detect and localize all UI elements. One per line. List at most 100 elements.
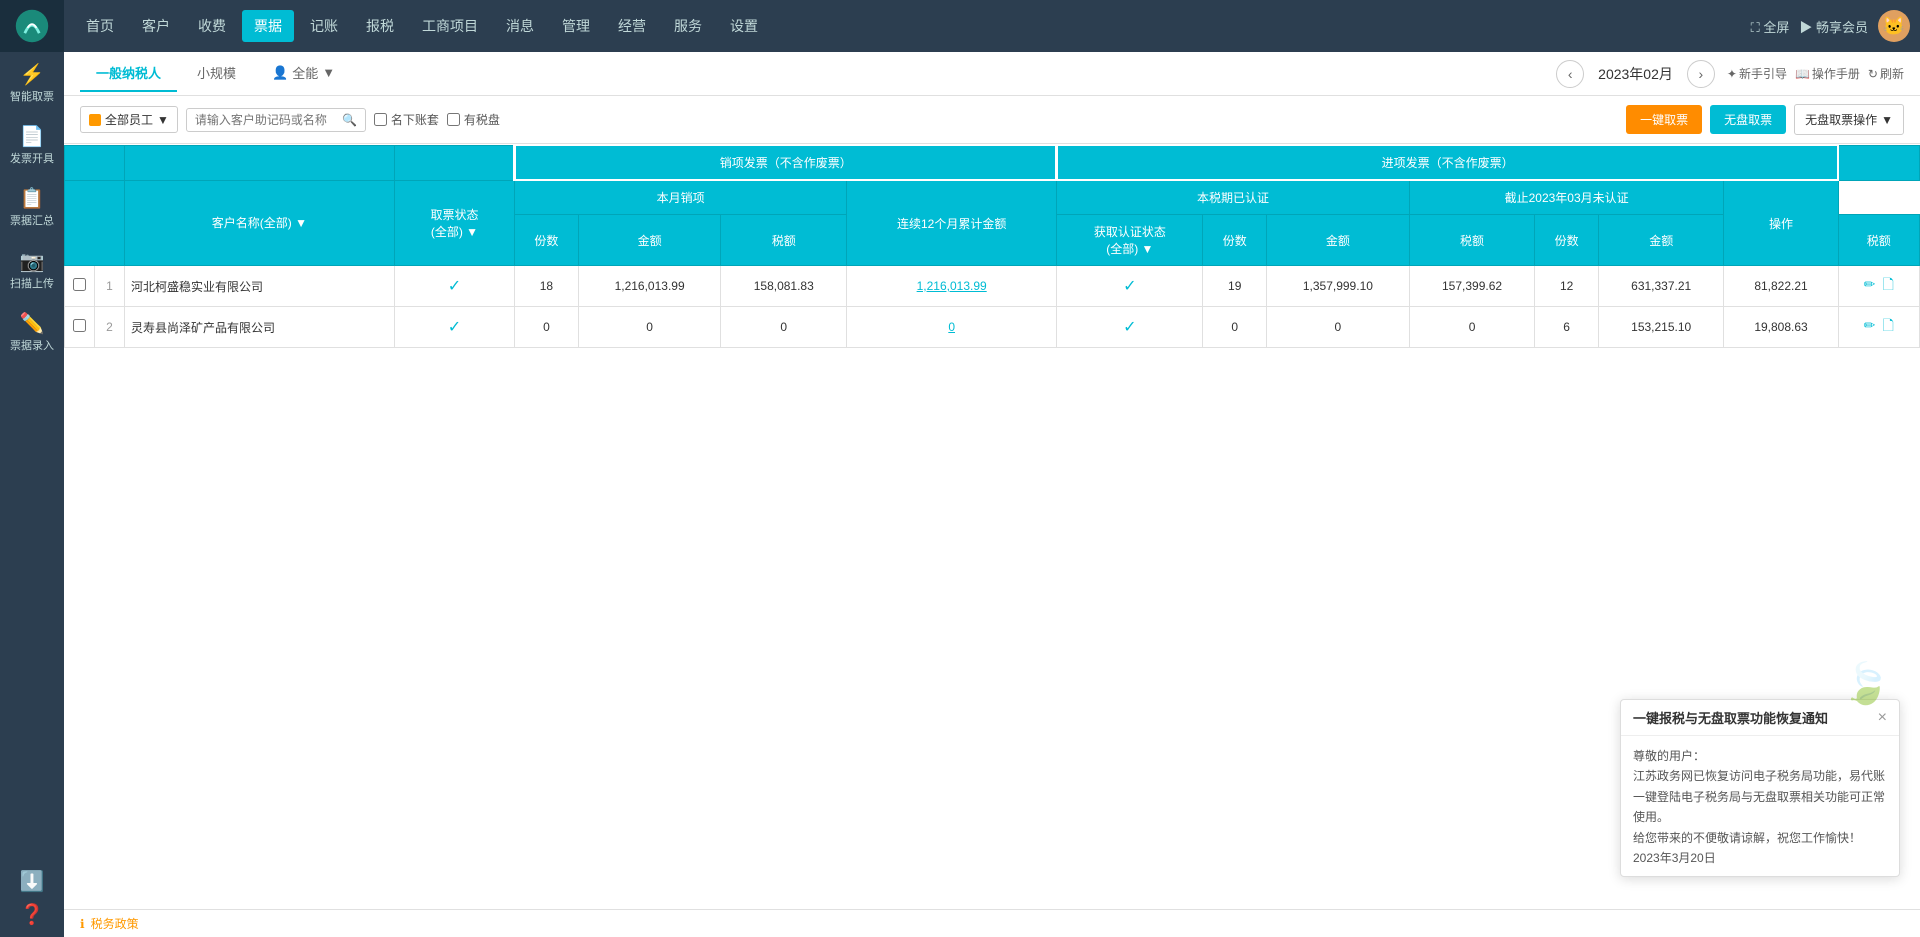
refresh-link[interactable]: ↻ 刷新 [1868, 65, 1904, 82]
nav-management[interactable]: 管理 [550, 10, 602, 42]
row2-edit-icon[interactable]: ✏ [1864, 317, 1876, 333]
row1-purchase-qty: 19 [1203, 266, 1267, 307]
th-cert-status: 获取认证状态(全部) ▼ [1057, 215, 1203, 266]
no-disk-ops-btn[interactable]: 无盘取票操作 ▼ [1794, 104, 1904, 135]
nav-operations[interactable]: 经营 [606, 10, 658, 42]
employee-indicator [89, 114, 101, 126]
nav-messages[interactable]: 消息 [494, 10, 546, 42]
lightning-icon: ⚡ [20, 62, 45, 87]
row1-cert-status-icon: ✓ [1123, 278, 1136, 295]
th-uncert-tax: 税额 [1838, 215, 1919, 266]
download-icon[interactable]: ⬇️ [20, 869, 45, 894]
nav-home[interactable]: 首页 [74, 10, 126, 42]
row2-fetch-status-cell: ✓ [394, 307, 514, 348]
row1-detail-icon[interactable]: 🗋 [1883, 276, 1894, 292]
row2-cumulative: 0 [847, 307, 1057, 348]
subscribe-checkbox[interactable] [374, 113, 387, 126]
row1-cumulative-link[interactable]: 1,216,013.99 [917, 279, 987, 293]
th-until-march: 截止2023年03月未认证 [1409, 180, 1724, 215]
row2-sales-tax: 0 [721, 307, 847, 348]
notification-close-btn[interactable]: × [1878, 709, 1887, 727]
row1-fetch-status-icon: ✓ [448, 278, 461, 295]
th-actions-head: 操作 [1724, 180, 1838, 266]
member-btn[interactable]: ▶ 畅享会员 [1799, 17, 1868, 36]
row1-checkbox-cell [65, 266, 95, 307]
th-uncert-qty: 份数 [1535, 215, 1599, 266]
notification-line-2: 给您带来的不便敬请谅解，祝您工作愉快！ [1633, 828, 1887, 848]
row1-checkbox[interactable] [73, 278, 86, 291]
logo[interactable] [0, 0, 64, 52]
sidebar-item-invoice-open-label: 发票开具 [10, 153, 54, 166]
row1-cumulative: 1,216,013.99 [847, 266, 1057, 307]
row1-sales-tax: 158,081.83 [721, 266, 847, 307]
no-disk-fetch-btn[interactable]: 无盘取票 [1710, 105, 1786, 134]
notification-popup: 🍃 一键报税与无盘取票功能恢复通知 × 尊敬的用户： 江苏政务网已恢复访问电子税… [1620, 699, 1900, 877]
th-uncert-amount: 金额 [1598, 215, 1724, 266]
th-sales-group: 销项发票（不含作废票） [515, 145, 1057, 180]
prev-period-btn[interactable]: ‹ [1556, 60, 1584, 88]
th-status-group [394, 145, 514, 180]
search-icon[interactable]: 🔍 [342, 113, 357, 127]
row1-customer: 河北柯盛稳实业有限公司 [131, 280, 263, 294]
row2-cert-status-cell: ✓ [1057, 307, 1203, 348]
row2-sales-qty: 0 [515, 307, 579, 348]
manual-link[interactable]: 📖 操作手册 [1795, 65, 1860, 82]
employee-select[interactable]: 全部员工 ▼ [80, 106, 178, 133]
sidebar-item-invoice-summary[interactable]: 📋 票据汇总 [0, 176, 64, 238]
avatar[interactable]: 🐱 [1878, 10, 1910, 42]
nav-settings[interactable]: 设置 [718, 10, 770, 42]
chevron-down-icon: ▼ [322, 65, 335, 80]
th-sales-amount: 金额 [578, 215, 721, 266]
notification-line-1: 江苏政务网已恢复访问电子税务局功能，易代账一键登陆电子税务局与无盘取票相关功能可… [1633, 766, 1887, 827]
nav-accounting[interactable]: 记账 [298, 10, 350, 42]
row2-num: 2 [106, 320, 113, 334]
row2-purchase-qty: 0 [1203, 307, 1267, 348]
invoice-table: 销项发票（不含作废票） 进项发票（不含作废票） 客户名称(全部) ▼ 取票状态(… [64, 144, 1920, 348]
tab-small[interactable]: 小规模 [181, 55, 252, 92]
sidebar-item-invoice-open[interactable]: 📄 发票开具 [0, 114, 64, 176]
fullscreen-btn[interactable]: ⛶ 全屏 [1751, 17, 1790, 36]
select-arrow-icon: ▼ [157, 113, 169, 127]
nav-customers[interactable]: 客户 [130, 10, 182, 42]
tax-disk-checkbox-label[interactable]: 有税盘 [447, 111, 500, 128]
popup-decoration: 🍃 [1841, 660, 1891, 707]
sidebar: ⚡ 智能取票 📄 发票开具 📋 票据汇总 📷 扫描上传 ✏️ 票据录入 ⬇️ ❓ [0, 0, 64, 937]
row2-checkbox[interactable] [73, 319, 86, 332]
sidebar-item-scan-upload[interactable]: 📷 扫描上传 [0, 239, 64, 301]
new-guide-link[interactable]: ✦ 新手引导 [1727, 65, 1787, 82]
help-icon[interactable]: ❓ [20, 902, 45, 927]
th-customer: 客户名称(全部) ▼ [125, 180, 395, 266]
sidebar-item-data-entry-label: 票据录入 [10, 340, 54, 353]
sidebar-item-data-entry[interactable]: ✏️ 票据录入 [0, 301, 64, 363]
th-monthly-sales: 本月销项 [515, 180, 847, 215]
top-navigation: 首页 客户 收费 票据 记账 报税 工商项目 消息 管理 经营 服务 设置 ⛶ … [64, 0, 1920, 52]
next-period-btn[interactable]: › [1687, 60, 1715, 88]
nav-billing[interactable]: 收费 [186, 10, 238, 42]
row2-purchase-amount: 0 [1267, 307, 1410, 348]
table-row: 1 河北柯盛稳实业有限公司 ✓ 18 1,216,013.99 158,081.… [65, 266, 1920, 307]
search-input[interactable] [195, 113, 338, 127]
one-click-fetch-btn[interactable]: 一键取票 [1626, 105, 1702, 134]
row1-sales-qty: 18 [515, 266, 579, 307]
row2-detail-icon[interactable]: 🗋 [1883, 317, 1894, 333]
tab-general[interactable]: 一般纳税人 [80, 55, 177, 92]
subscribe-checkbox-label[interactable]: 名下账套 [374, 111, 439, 128]
row1-edit-icon[interactable]: ✏ [1864, 276, 1876, 292]
row1-purchase-tax: 157,399.62 [1409, 266, 1535, 307]
tax-policy-link[interactable]: 税务政策 [91, 915, 139, 932]
sidebar-item-smart-fetch[interactable]: ⚡ 智能取票 [0, 52, 64, 114]
row1-sales-amount: 1,216,013.99 [578, 266, 721, 307]
sidebar-item-invoice-summary-label: 票据汇总 [10, 215, 54, 228]
tax-disk-checkbox[interactable] [447, 113, 460, 126]
th-cumulative: 连续12个月累计金额 [847, 180, 1057, 266]
tab-all[interactable]: 👤 全能 ▼ [256, 55, 351, 92]
tab-actions: ✦ 新手引导 📖 操作手册 ↻ 刷新 [1727, 65, 1904, 82]
nav-invoices[interactable]: 票据 [242, 10, 294, 42]
nav-tax[interactable]: 报税 [354, 10, 406, 42]
table-sub-header: 客户名称(全部) ▼ 取票状态(全部) ▼ 本月销项 连续12个月累计金额 本税… [65, 180, 1920, 215]
notification-line-0: 尊敬的用户： [1633, 746, 1887, 766]
row2-cumulative-link[interactable]: 0 [948, 320, 955, 334]
nav-service[interactable]: 服务 [662, 10, 714, 42]
nav-business[interactable]: 工商项目 [410, 10, 490, 42]
sidebar-bottom: ⬇️ ❓ [20, 869, 45, 937]
